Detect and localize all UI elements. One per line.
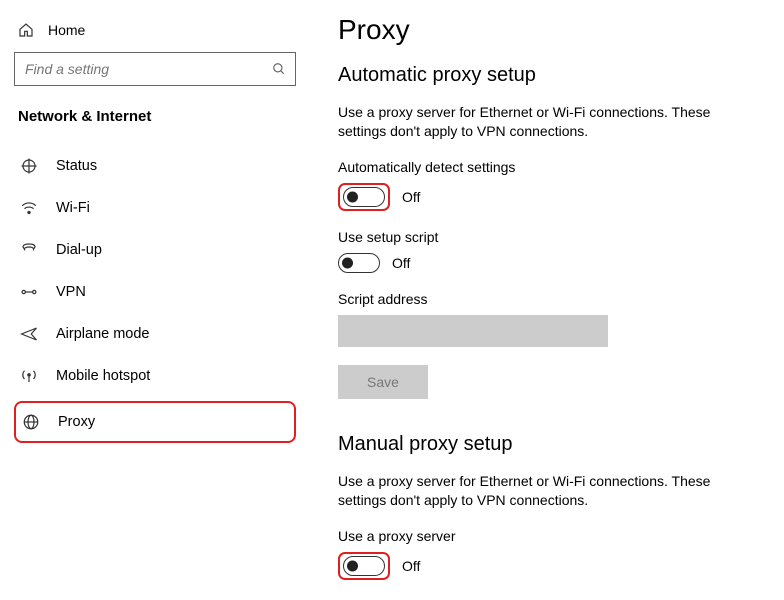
sidebar-item-label: VPN xyxy=(56,284,86,300)
use-proxy-toggle[interactable] xyxy=(343,556,385,576)
wifi-icon xyxy=(20,199,38,217)
use-proxy-row: Off xyxy=(338,552,758,580)
settings-sidebar: Home Network & Internet Status Wi-Fi xyxy=(0,0,310,600)
hotspot-icon xyxy=(20,367,38,385)
home-icon xyxy=(18,22,34,38)
setup-script-state: Off xyxy=(392,255,410,271)
auto-detect-label: Automatically detect settings xyxy=(338,159,758,175)
sidebar-item-label: Status xyxy=(56,158,97,174)
dialup-icon xyxy=(20,241,38,259)
script-address-label: Script address xyxy=(338,291,758,307)
setup-script-row: Off xyxy=(338,253,758,273)
setup-script-toggle[interactable] xyxy=(338,253,380,273)
highlight-proxy-item: Proxy xyxy=(14,401,296,443)
proxy-icon xyxy=(22,413,40,431)
sidebar-item-label: Wi-Fi xyxy=(56,200,90,216)
manual-section-title: Manual proxy setup xyxy=(338,433,758,456)
auto-detect-state: Off xyxy=(402,189,420,205)
sidebar-item-airplane[interactable]: Airplane mode xyxy=(14,313,296,355)
home-link[interactable]: Home xyxy=(14,16,296,52)
sidebar-item-wifi[interactable]: Wi-Fi xyxy=(14,187,296,229)
auto-detect-row: Off xyxy=(338,183,758,211)
setup-script-label: Use setup script xyxy=(338,229,758,245)
search-wrap xyxy=(14,52,296,86)
category-title: Network & Internet xyxy=(18,108,292,125)
search-input[interactable] xyxy=(14,52,296,86)
sidebar-item-label: Mobile hotspot xyxy=(56,368,150,384)
sidebar-item-status[interactable]: Status xyxy=(14,145,296,187)
home-label: Home xyxy=(48,22,85,38)
sidebar-item-label: Airplane mode xyxy=(56,326,150,342)
highlight-use-proxy-toggle xyxy=(338,552,390,580)
auto-section-title: Automatic proxy setup xyxy=(338,64,758,87)
sidebar-item-hotspot[interactable]: Mobile hotspot xyxy=(14,355,296,397)
sidebar-item-proxy[interactable]: Proxy xyxy=(20,409,290,435)
main-content: Proxy Automatic proxy setup Use a proxy … xyxy=(310,0,784,600)
sidebar-item-label: Dial-up xyxy=(56,242,102,258)
auto-section-desc: Use a proxy server for Ethernet or Wi-Fi… xyxy=(338,103,758,141)
status-icon xyxy=(20,157,38,175)
airplane-icon xyxy=(20,325,38,343)
auto-detect-toggle[interactable] xyxy=(343,187,385,207)
sidebar-item-vpn[interactable]: VPN xyxy=(14,271,296,313)
save-button[interactable]: Save xyxy=(338,365,428,399)
sidebar-item-label: Proxy xyxy=(58,414,95,430)
use-proxy-label: Use a proxy server xyxy=(338,528,758,544)
vpn-icon xyxy=(20,283,38,301)
sidebar-item-dialup[interactable]: Dial-up xyxy=(14,229,296,271)
highlight-auto-detect-toggle xyxy=(338,183,390,211)
use-proxy-state: Off xyxy=(402,558,420,574)
script-address-input[interactable] xyxy=(338,315,608,347)
page-title: Proxy xyxy=(338,14,758,46)
manual-section-desc: Use a proxy server for Ethernet or Wi-Fi… xyxy=(338,472,758,510)
